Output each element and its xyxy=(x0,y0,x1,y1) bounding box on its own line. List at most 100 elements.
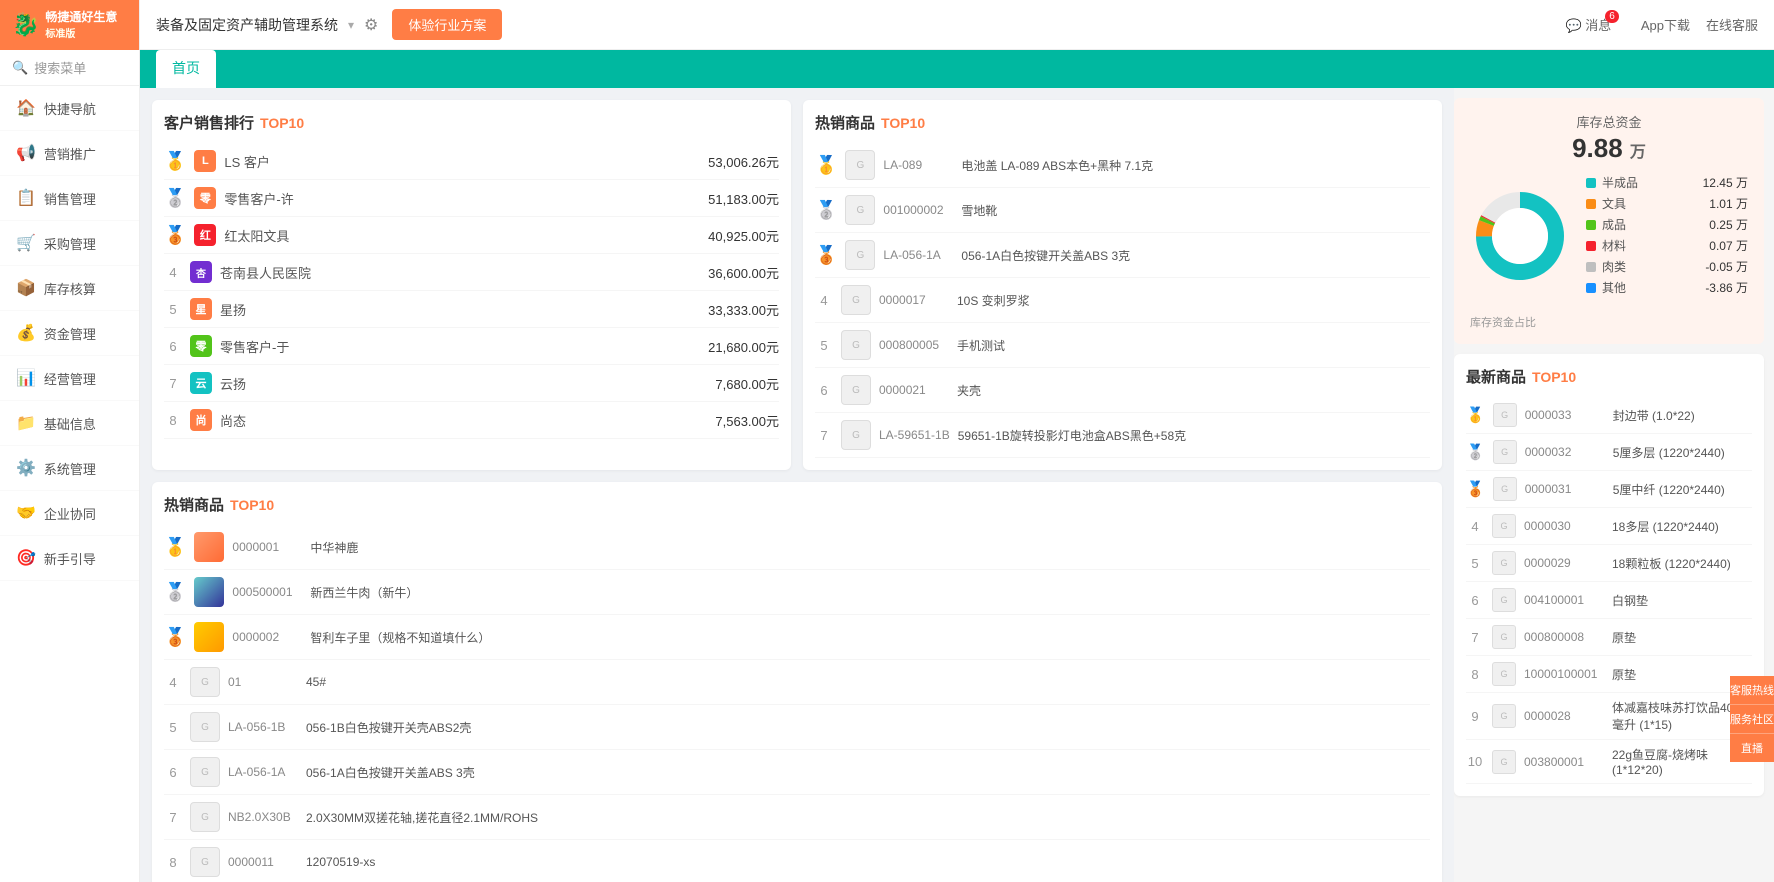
sidebar-item-basics[interactable]: 📁 基础信息 xyxy=(0,401,139,446)
product-img: G xyxy=(1492,662,1516,686)
hot-products-card: 热销商品 TOP10 🥇 0000001 中华神鹿 🥈 000500001 xyxy=(152,482,1442,882)
search-label: 搜索菜单 xyxy=(34,58,86,77)
customer-name: 星扬 xyxy=(220,300,700,319)
list-item: 4 G 0000017 10S 变刺罗浆 xyxy=(815,278,1430,323)
product-img: G xyxy=(190,667,220,697)
tab-home[interactable]: 首页 xyxy=(156,50,216,88)
float-btn-community[interactable]: 服务社区 xyxy=(1730,705,1774,734)
list-item: 5 G 000800005 手机测试 xyxy=(815,323,1430,368)
operations-icon: 📊 xyxy=(16,368,36,388)
customer-name: 云扬 xyxy=(220,374,707,393)
product-name: 056-1B白色按键开关壳ABS2壳 xyxy=(306,719,1430,736)
product-name: 18多层 (1220*2440) xyxy=(1612,518,1752,535)
message-area[interactable]: 💬 消息6 xyxy=(1565,15,1624,34)
sidebar-item-purchase[interactable]: 🛒 采购管理 xyxy=(0,221,139,266)
product-name: 原垫 xyxy=(1612,629,1752,646)
app-download[interactable]: App下载 xyxy=(1641,15,1690,34)
legend-value: 0.07 万 xyxy=(1709,237,1748,254)
inventory-unit: 万 xyxy=(1630,144,1646,161)
rank-number: 7 xyxy=(164,376,182,391)
avatar: 杏 xyxy=(190,261,212,283)
customer-ranking-title: 客户销售排行 xyxy=(164,112,254,133)
product-name: 新西兰牛肉（新牛） xyxy=(310,584,1430,601)
medal-icon: 🥇 xyxy=(164,151,186,172)
top-sold-top: TOP10 xyxy=(881,115,925,131)
legend-value: 12.45 万 xyxy=(1703,174,1748,191)
sidebar-item-guide[interactable]: 🎯 新手引导 xyxy=(0,536,139,581)
search-menu[interactable]: 🔍 搜索菜单 xyxy=(0,50,139,86)
list-item: 🥉 0000002 智利车子里（规格不知道填什么） xyxy=(164,615,1430,660)
medal-icon: 🥇 xyxy=(164,537,186,558)
try-button[interactable]: 体验行业方案 xyxy=(392,9,502,40)
top-sold-list: 🥇 G LA-089 电池盖 LA-089 ABS本色+黑种 7.1克 🥈 G … xyxy=(815,143,1430,458)
finance-icon: 💰 xyxy=(16,323,36,343)
product-code: 0000011 xyxy=(228,855,298,869)
message-badge: 6 xyxy=(1605,10,1619,23)
product-name: 5厘中纤 (1220*2440) xyxy=(1613,481,1752,498)
product-name: 手机测试 xyxy=(957,337,1430,354)
customer-amount: 40,925.00元 xyxy=(708,226,779,245)
search-icon: 🔍 xyxy=(12,60,28,76)
list-item: 4 G 01 45# xyxy=(164,660,1430,705)
system-title: 装备及固定资产辅助管理系统 xyxy=(156,15,338,35)
sidebar-item-inventory[interactable]: 📦 库存核算 xyxy=(0,266,139,311)
sidebar-item-quicknav[interactable]: 🏠 快捷导航 xyxy=(0,86,139,131)
product-img: G xyxy=(1492,704,1516,728)
customer-name: LS 客户 xyxy=(224,152,700,171)
legend-item: 成品 0.25 万 xyxy=(1586,216,1748,233)
online-service[interactable]: 在线客服 xyxy=(1706,15,1758,34)
list-item: 5 G 0000029 18颗粒板 (1220*2440) xyxy=(1466,545,1752,582)
customer-amount: 21,680.00元 xyxy=(708,337,779,356)
list-item: 🥉 G LA-056-1A 056-1A白色按键开关盖ABS 3克 xyxy=(815,233,1430,278)
sidebar-item-system[interactable]: ⚙️ 系统管理 xyxy=(0,446,139,491)
sidebar-item-marketing[interactable]: 📢 营销推广 xyxy=(0,131,139,176)
product-code: 000800008 xyxy=(1524,630,1604,644)
customer-amount: 7,680.00元 xyxy=(715,374,779,393)
rank-number: 6 xyxy=(164,339,182,354)
list-item: 6 G 004100001 白钢垫 xyxy=(1466,582,1752,619)
sidebar-item-sales[interactable]: 📋 销售管理 xyxy=(0,176,139,221)
sales-icon: 📋 xyxy=(16,188,36,208)
legend-item: 材料 0.07 万 xyxy=(1586,237,1748,254)
inventory-title: 库存总资金 9.88 万 xyxy=(1470,112,1748,164)
gear-icon[interactable]: ⚙ xyxy=(364,15,378,35)
customer-amount: 53,006.26元 xyxy=(708,152,779,171)
product-img: G xyxy=(1492,551,1516,575)
medal-icon: 🥉 xyxy=(815,245,837,266)
app-logo: 🐉 畅捷通好生意 标准版 xyxy=(0,0,139,50)
product-name: 18颗粒板 (1220*2440) xyxy=(1612,555,1752,572)
dropdown-icon[interactable]: ▾ xyxy=(348,18,354,32)
rank-number: 5 xyxy=(164,302,182,317)
customer-ranking-card: 客户销售排行 TOP10 🥇 L LS 客户 53,006.26元 🥈 零 xyxy=(152,100,791,470)
product-img: G xyxy=(190,847,220,877)
list-item: 7 G 000800008 原垫 xyxy=(1466,619,1752,656)
sidebar-item-finance[interactable]: 💰 资金管理 xyxy=(0,311,139,356)
product-code: LA-056-1A xyxy=(228,765,298,779)
product-code: 0000029 xyxy=(1524,556,1604,570)
customer-amount: 33,333.00元 xyxy=(708,300,779,319)
medal-icon: 🥉 xyxy=(164,627,186,648)
float-btn-service[interactable]: 客服热线 xyxy=(1730,676,1774,705)
medal-icon: 🥈 xyxy=(1466,443,1485,461)
product-code: 0000017 xyxy=(879,293,949,307)
legend-dot xyxy=(1586,220,1596,230)
legend-label: 文具 xyxy=(1602,195,1703,212)
product-code: 0000032 xyxy=(1525,445,1605,459)
legend-dot xyxy=(1586,199,1596,209)
list-item: 🥈 G 0000032 5厘多层 (1220*2440) xyxy=(1466,434,1752,471)
legend-value: 0.25 万 xyxy=(1709,216,1748,233)
app-name: 畅捷通好生意 xyxy=(45,10,117,24)
product-img xyxy=(194,622,224,652)
tab-home-label: 首页 xyxy=(172,58,200,78)
legend-label: 材料 xyxy=(1602,237,1703,254)
content-area: 客户销售排行 TOP10 🥇 L LS 客户 53,006.26元 🥈 零 xyxy=(140,88,1774,882)
inventory-label: 库存总资金 xyxy=(1470,112,1748,131)
float-buttons: 客服热线 服务社区 直播 xyxy=(1730,676,1774,762)
legend-item: 其他 -3.86 万 xyxy=(1586,279,1748,296)
sidebar-item-collaboration[interactable]: 🤝 企业协同 xyxy=(0,491,139,536)
product-code: 000500001 xyxy=(232,585,302,599)
product-code: NB2.0X30B xyxy=(228,810,298,824)
sidebar-item-operations[interactable]: 📊 经营管理 xyxy=(0,356,139,401)
float-btn-live[interactable]: 直播 xyxy=(1730,734,1774,762)
list-item: 🥈 000500001 新西兰牛肉（新牛） xyxy=(164,570,1430,615)
